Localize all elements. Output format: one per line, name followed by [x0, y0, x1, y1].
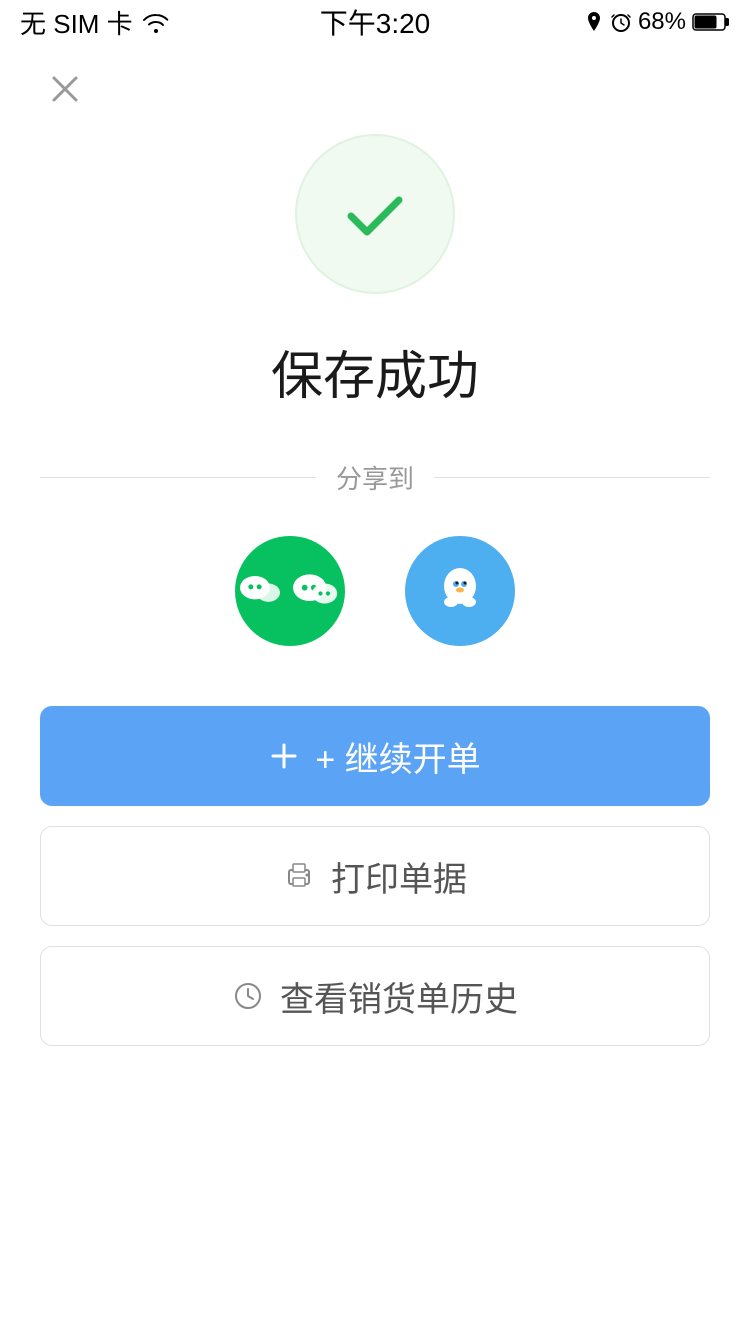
- checkmark-icon: [335, 174, 415, 254]
- divider-line-right: [434, 477, 710, 478]
- status-right-icons: 68%: [584, 8, 730, 36]
- success-title: 保存成功: [271, 334, 479, 409]
- wechat-icon: [235, 559, 288, 623]
- main-content: 保存成功 分享到: [0, 44, 750, 1334]
- view-history-button[interactable]: 查看销货单历史: [40, 946, 710, 1046]
- success-icon-circle: [295, 134, 455, 294]
- qq-icon: [427, 558, 493, 624]
- view-history-label: 查看销货单历史: [280, 972, 518, 1021]
- location-icon: [584, 11, 604, 33]
- wechat-logo: [288, 557, 345, 625]
- print-receipt-label: 打印单据: [331, 852, 467, 901]
- continue-order-label: + 继续开单: [315, 732, 480, 781]
- share-label: 分享到: [336, 459, 414, 496]
- status-time: 下午3:20: [320, 2, 431, 42]
- alarm-icon: [610, 11, 632, 33]
- divider-line-left: [40, 477, 316, 478]
- continue-order-button[interactable]: + 继续开单: [40, 706, 710, 806]
- share-wechat-button[interactable]: [235, 536, 345, 646]
- wifi-icon: [141, 11, 171, 33]
- status-bar: 无 SIM 卡 下午3:20 68%: [0, 0, 750, 44]
- carrier-label: 无 SIM 卡: [20, 4, 133, 41]
- print-receipt-button[interactable]: 打印单据: [40, 826, 710, 926]
- close-button[interactable]: [40, 64, 90, 114]
- clock-icon: [232, 980, 264, 1012]
- plus-icon: [269, 741, 299, 771]
- share-qq-button[interactable]: [405, 536, 515, 646]
- status-carrier-wifi: 无 SIM 卡: [20, 4, 171, 41]
- share-icons-row: [235, 536, 515, 646]
- printer-icon: [283, 860, 315, 892]
- action-buttons: + 继续开单 打印单据 查看销货单历史: [40, 706, 710, 1046]
- battery-icon: [692, 12, 730, 32]
- share-divider: 分享到: [40, 459, 710, 496]
- battery-percentage: 68%: [638, 8, 686, 36]
